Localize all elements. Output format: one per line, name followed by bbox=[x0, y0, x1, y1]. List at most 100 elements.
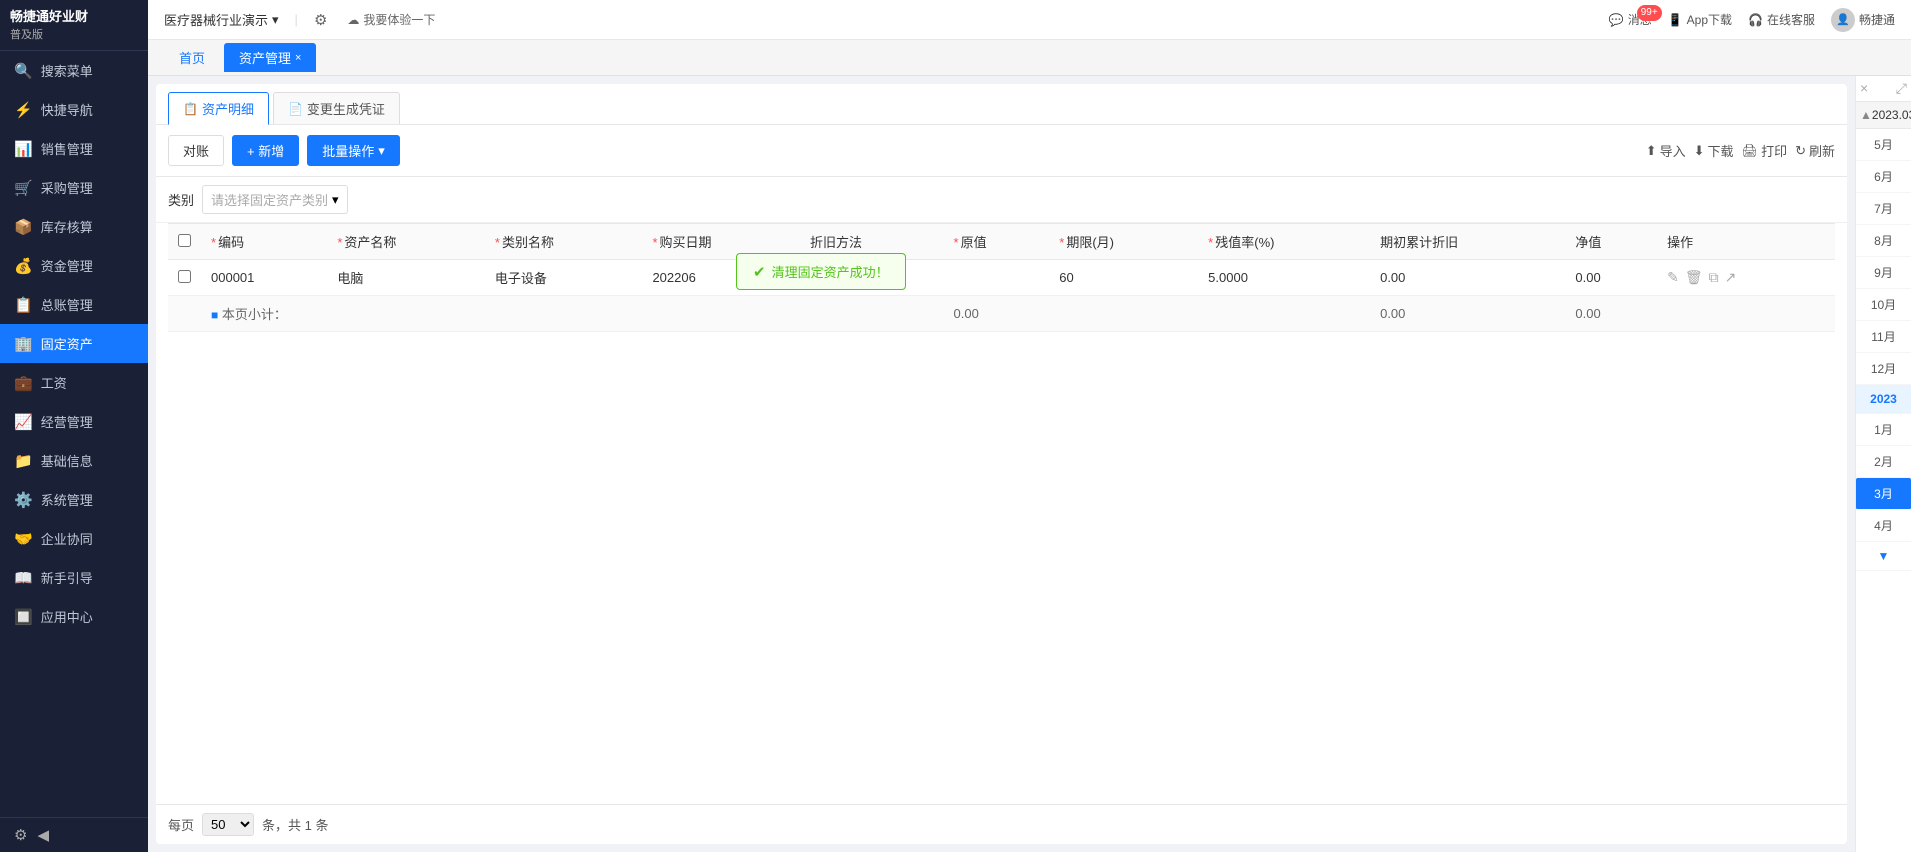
month-item-9[interactable]: 9月 bbox=[1856, 257, 1911, 289]
sidebar: 畅捷通好业财 普及版 🔍搜索菜单⚡快捷导航📊销售管理🛒采购管理📦库存核算💰资金管… bbox=[0, 0, 148, 852]
account-button[interactable]: 对账 bbox=[168, 135, 224, 166]
month-item-3-current[interactable]: 3月 bbox=[1856, 478, 1911, 510]
per-page-select[interactable]: 50 10 20 100 bbox=[202, 813, 254, 836]
print-icon: 🖨 bbox=[1742, 143, 1759, 159]
sidebar-item-label: 总账管理 bbox=[41, 295, 93, 314]
pagination: 每页 50 10 20 100 条，共 1 条 bbox=[156, 804, 1847, 844]
row-checkbox[interactable] bbox=[178, 270, 191, 283]
row-name: 电脑 bbox=[327, 260, 485, 296]
col-header-original-value: *原值 bbox=[944, 224, 1050, 260]
collapse-icon[interactable]: ◀ bbox=[37, 826, 49, 844]
copy-button[interactable]: ⧉ bbox=[1709, 269, 1719, 286]
sidebar-item-guide[interactable]: 📖新手引导 bbox=[0, 558, 148, 597]
sidebar-item-quick-nav[interactable]: ⚡快捷导航 bbox=[0, 90, 148, 129]
download-icon: ⬇ bbox=[1694, 143, 1705, 159]
sidebar-item-label: 资金管理 bbox=[41, 256, 93, 275]
toast-check-icon: ✔ bbox=[753, 263, 766, 281]
tab-asset-management[interactable]: 资产管理 × bbox=[224, 43, 316, 72]
sub-tab-change-voucher[interactable]: 📄 变更生成凭证 bbox=[273, 92, 400, 124]
app-download-button[interactable]: 📱 App下载 bbox=[1668, 11, 1732, 28]
sidebar-item-salary[interactable]: 💼工资 bbox=[0, 363, 148, 402]
main-area: 医疗器械行业演示 ▾ | ⚙ ☁ 我要体验一下 💬 消息 99+ 📱 App下载… bbox=[148, 0, 1911, 852]
month-item-10[interactable]: 10月 bbox=[1856, 289, 1911, 321]
user-menu[interactable]: 👤 畅捷通 bbox=[1831, 8, 1895, 32]
year-up-icon[interactable]: ▲ bbox=[1860, 108, 1872, 122]
sidebar-item-search[interactable]: 🔍 搜索菜单 bbox=[0, 51, 148, 90]
print-button[interactable]: 🖨 打印 bbox=[1742, 141, 1788, 160]
inventory-icon: 📦 bbox=[14, 218, 33, 236]
month-item-2[interactable]: 2月 bbox=[1856, 446, 1911, 478]
sidebar-item-sales[interactable]: 📊销售管理 bbox=[0, 129, 148, 168]
toast-message: 清理固定资产成功！ bbox=[772, 262, 889, 281]
sidebar-item-basic-info[interactable]: 📁基础信息 bbox=[0, 441, 148, 480]
month-item-5[interactable]: 5月 bbox=[1856, 129, 1911, 161]
category-select[interactable]: 请选择固定资产类别 ▾ bbox=[202, 185, 348, 214]
sidebar-item-app-center[interactable]: 🔲应用中心 bbox=[0, 597, 148, 636]
app-subtitle: 普及版 bbox=[10, 26, 43, 42]
company-selector[interactable]: 医疗器械行业演示 ▾ bbox=[164, 10, 279, 29]
sidebar-item-operations[interactable]: 📈经营管理 bbox=[0, 402, 148, 441]
new-button[interactable]: + 新增 bbox=[232, 135, 299, 166]
year-sidebar-close-icon[interactable]: × bbox=[1860, 80, 1868, 97]
sidebar-item-purchase[interactable]: 🛒采购管理 bbox=[0, 168, 148, 207]
sidebar-item-label: 工资 bbox=[41, 373, 67, 392]
sidebar-item-label: 库存核算 bbox=[41, 217, 93, 236]
edit-button[interactable]: ✎ bbox=[1667, 269, 1679, 286]
online-support-button[interactable]: 🎧 在线客服 bbox=[1748, 11, 1815, 28]
month-item-7[interactable]: 7月 bbox=[1856, 193, 1911, 225]
year-sidebar: × ⤢ ▲ 2023.03 ▼ 5月 6月 7月 8月 9月 10月 11月 1… bbox=[1855, 76, 1911, 852]
row-checkbox-cell bbox=[168, 260, 201, 296]
batch-button[interactable]: 批量操作 ▾ bbox=[307, 135, 400, 166]
year-nav-down-arrow[interactable]: ▼ bbox=[1856, 542, 1911, 571]
sidebar-item-inventory[interactable]: 📦 库存核算 bbox=[0, 207, 148, 246]
sub-tab-asset-detail-label: 资产明细 bbox=[202, 99, 254, 118]
topbar-right: 💬 消息 99+ 📱 App下载 🎧 在线客服 👤 畅捷通 bbox=[1609, 8, 1895, 32]
col-header-actions: 操作 bbox=[1657, 224, 1835, 260]
sidebar-item-system[interactable]: ⚙️系统管理 bbox=[0, 480, 148, 519]
sidebar-item-finance[interactable]: 💰资金管理 bbox=[0, 246, 148, 285]
table-container: ✔ 清理固定资产成功！ *编码 *资产名称 *类别名称 *购买日期 bbox=[156, 223, 1847, 804]
col-header-term: *期限(月) bbox=[1049, 224, 1198, 260]
month-item-11[interactable]: 11月 bbox=[1856, 321, 1911, 353]
more-button[interactable]: ↗ bbox=[1725, 269, 1737, 286]
delete-button[interactable]: 🗑 bbox=[1685, 269, 1703, 286]
download-button[interactable]: ⬇ 下载 bbox=[1694, 141, 1734, 160]
month-item-8[interactable]: 8月 bbox=[1856, 225, 1911, 257]
success-toast: ✔ 清理固定资产成功！ bbox=[736, 253, 906, 290]
sidebar-item-ledger[interactable]: 📋总账管理 bbox=[0, 285, 148, 324]
refresh-button[interactable]: ↻ 刷新 bbox=[1795, 141, 1835, 160]
select-all-checkbox[interactable] bbox=[178, 234, 191, 247]
cloud-icon: ☁ bbox=[347, 13, 359, 27]
subtotal-initial: 0.00 bbox=[1370, 296, 1565, 332]
sidebar-item-fixed-assets[interactable]: 🏢固定资产 bbox=[0, 324, 148, 363]
year-sidebar-controls: × ⤢ bbox=[1856, 76, 1911, 102]
settings-gear-icon[interactable]: ⚙ bbox=[314, 11, 327, 29]
assets-table: *编码 *资产名称 *类别名称 *购买日期 折旧方法 *原值 *期限(月) *残… bbox=[168, 223, 1835, 332]
message-button[interactable]: 💬 消息 99+ bbox=[1609, 11, 1652, 28]
settings-icon[interactable]: ⚙ bbox=[14, 826, 27, 844]
sub-tab-asset-detail[interactable]: 📋 资产明细 bbox=[168, 92, 269, 125]
enterprise-icon: 🤝 bbox=[14, 530, 33, 548]
month-item-6[interactable]: 6月 bbox=[1856, 161, 1911, 193]
content-area: 📋 资产明细 📄 变更生成凭证 对账 + 新增 批量操作 ▾ ⬆ bbox=[148, 76, 1911, 852]
sidebar-item-enterprise[interactable]: 🤝 企业协同 bbox=[0, 519, 148, 558]
phone-icon: 📱 bbox=[1668, 13, 1683, 27]
sidebar-item-label: 采购管理 bbox=[41, 178, 93, 197]
year-sidebar-expand-icon[interactable]: ⤢ bbox=[1896, 80, 1907, 97]
year-divider-2023[interactable]: 2023 bbox=[1856, 385, 1911, 414]
experience-link[interactable]: ☁ 我要体验一下 bbox=[347, 11, 435, 28]
export-button[interactable]: ⬆ 导入 bbox=[1646, 141, 1686, 160]
tab-close-icon[interactable]: × bbox=[295, 52, 301, 64]
sidebar-item-label: 销售管理 bbox=[41, 139, 93, 158]
sidebar-item-label: 搜索菜单 bbox=[41, 61, 93, 80]
month-item-12[interactable]: 12月 bbox=[1856, 353, 1911, 385]
row-category: 电子设备 bbox=[485, 260, 643, 296]
tab-home[interactable]: 首页 bbox=[164, 43, 220, 72]
month-item-4[interactable]: 4月 bbox=[1856, 510, 1911, 542]
month-item-1[interactable]: 1月 bbox=[1856, 414, 1911, 446]
online-support-label: 在线客服 bbox=[1767, 11, 1815, 28]
search-icon: 🔍 bbox=[14, 62, 33, 80]
sidebar-item-label: 企业协同 bbox=[41, 529, 93, 548]
refresh-icon: ↻ bbox=[1795, 143, 1806, 159]
checkbox-header bbox=[168, 224, 201, 260]
